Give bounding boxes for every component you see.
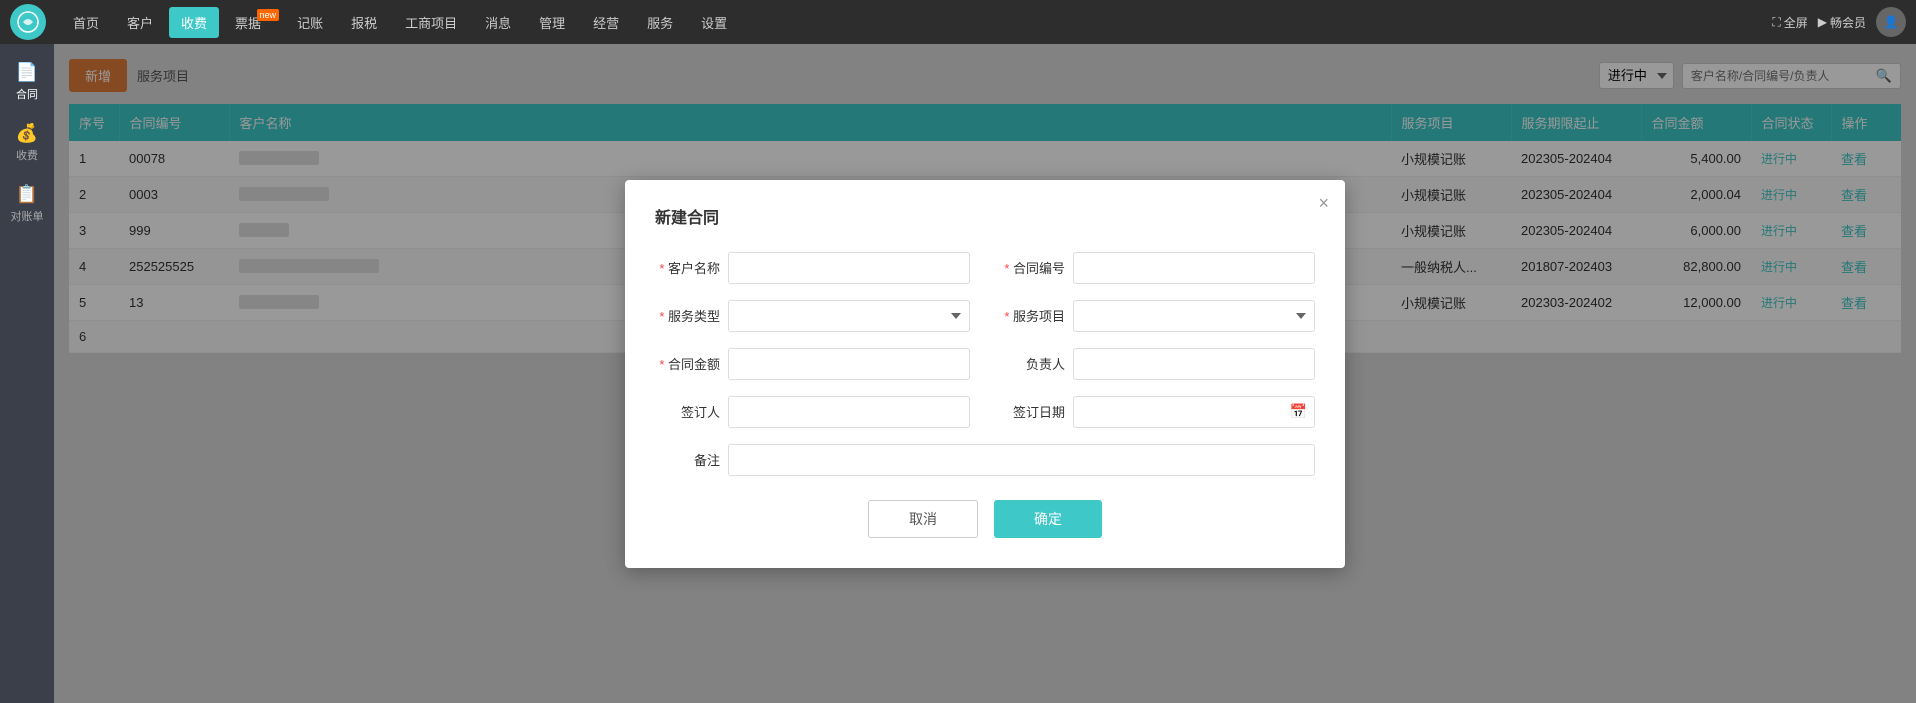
sidebar-label-fees: 收费: [16, 147, 38, 163]
top-nav: 首页 客户 收费 票据 new 记账 报税 工商项目 消息 管理 经营 服务 设…: [0, 0, 1916, 44]
calendar-icon[interactable]: 📅: [1290, 403, 1307, 420]
sidebar-item-contract[interactable]: 📄 合同: [2, 54, 52, 110]
sign-date-wrap: 2023-06-06 📅: [1073, 396, 1315, 428]
form-row-sign-date: 签订日期 2023-06-06 📅: [1000, 396, 1315, 428]
nav-operation[interactable]: 经营: [581, 7, 631, 38]
contract-no-input[interactable]: [1073, 252, 1315, 284]
form-row-contract-no: 合同编号: [1000, 252, 1315, 284]
service-item-select-wrap: [1073, 300, 1315, 332]
cancel-button[interactable]: 取消: [868, 500, 978, 538]
sign-date-input[interactable]: 2023-06-06: [1073, 396, 1315, 428]
nav-accounting[interactable]: 记账: [285, 7, 335, 38]
form-grid: 客户名称 合同编号 服务类型: [655, 252, 1315, 428]
contract-no-label: 合同编号: [1000, 258, 1065, 277]
service-item-select[interactable]: [1073, 300, 1315, 332]
form-row-amount: 合同金额 0.00: [655, 348, 970, 380]
service-type-select-wrap: [728, 300, 970, 332]
nav-message[interactable]: 消息: [473, 7, 523, 38]
modal-close-button[interactable]: ×: [1318, 194, 1329, 212]
nav-home[interactable]: 首页: [61, 7, 111, 38]
contract-amount-input[interactable]: 0.00: [728, 348, 970, 380]
nav-settings[interactable]: 设置: [689, 7, 739, 38]
member-icon: ▶: [1818, 15, 1827, 29]
remark-input[interactable]: [728, 444, 1315, 476]
reconciliation-icon: 📋: [16, 184, 38, 205]
service-type-label: 服务类型: [655, 306, 720, 325]
sidebar-label-contract: 合同: [16, 86, 38, 102]
remark-label: 备注: [655, 450, 720, 469]
modal-title: 新建合同: [655, 204, 1315, 228]
fullscreen-button[interactable]: ⛶ 全屏: [1772, 14, 1807, 31]
sign-date-label: 签订日期: [1000, 402, 1065, 421]
form-row-service-type: 服务类型: [655, 300, 970, 332]
sidebar-item-reconciliation[interactable]: 📋 对账单: [2, 176, 52, 232]
nav-manage[interactable]: 管理: [527, 7, 577, 38]
nav-fees[interactable]: 收费: [169, 7, 219, 38]
form-row-remark: 备注: [655, 444, 1315, 476]
avatar[interactable]: 👤: [1876, 7, 1906, 37]
nav-business[interactable]: 工商项目: [393, 7, 469, 38]
nav-right: ⛶ 全屏 ▶ 畅会员 👤: [1772, 7, 1906, 37]
fees-icon: 💰: [16, 123, 38, 144]
new-badge: new: [257, 9, 280, 21]
modal-footer: 取消 确定: [655, 500, 1315, 538]
form-row-customer: 客户名称: [655, 252, 970, 284]
sidebar: 📄 合同 💰 收费 📋 对账单: [0, 44, 54, 703]
sidebar-item-fees[interactable]: 💰 收费: [2, 115, 52, 171]
form-row-responsible: 负责人: [1000, 348, 1315, 380]
nav-service[interactable]: 服务: [635, 7, 685, 38]
modal-dialog: 新建合同 × 客户名称 合同编号 服务类型: [625, 180, 1345, 568]
nav-items: 首页 客户 收费 票据 new 记账 报税 工商项目 消息 管理 经营 服务 设…: [61, 7, 1772, 38]
nav-customer[interactable]: 客户: [115, 7, 165, 38]
form-row-service-item: 服务项目: [1000, 300, 1315, 332]
fullscreen-icon: ⛶: [1772, 15, 1780, 30]
avatar-icon: 👤: [1884, 15, 1899, 29]
responsible-label: 负责人: [1000, 354, 1065, 373]
service-item-label: 服务项目: [1000, 306, 1065, 325]
app-logo[interactable]: [10, 4, 46, 40]
content-area: 新增 服务项目 进行中 已完成 已终止 🔍 序号 合同编号: [54, 44, 1916, 703]
sidebar-label-reconciliation: 对账单: [11, 208, 44, 224]
nav-tax[interactable]: 报税: [339, 7, 389, 38]
customer-name-label: 客户名称: [655, 258, 720, 277]
service-type-select[interactable]: [728, 300, 970, 332]
signer-label: 签订人: [655, 402, 720, 421]
responsible-input[interactable]: [1073, 348, 1315, 380]
contract-amount-label: 合同金额: [655, 354, 720, 373]
main-layout: 📄 合同 💰 收费 📋 对账单 新增 服务项目 进行中 已完成 已终止: [0, 44, 1916, 703]
form-row-signer: 签订人: [655, 396, 970, 428]
member-button[interactable]: ▶ 畅会员: [1818, 14, 1866, 31]
contract-icon: 📄: [16, 62, 38, 83]
signer-input[interactable]: [728, 396, 970, 428]
nav-invoice[interactable]: 票据 new: [223, 7, 281, 38]
confirm-button[interactable]: 确定: [994, 500, 1102, 538]
modal-overlay: 新建合同 × 客户名称 合同编号 服务类型: [54, 44, 1916, 703]
customer-name-input[interactable]: [728, 252, 970, 284]
